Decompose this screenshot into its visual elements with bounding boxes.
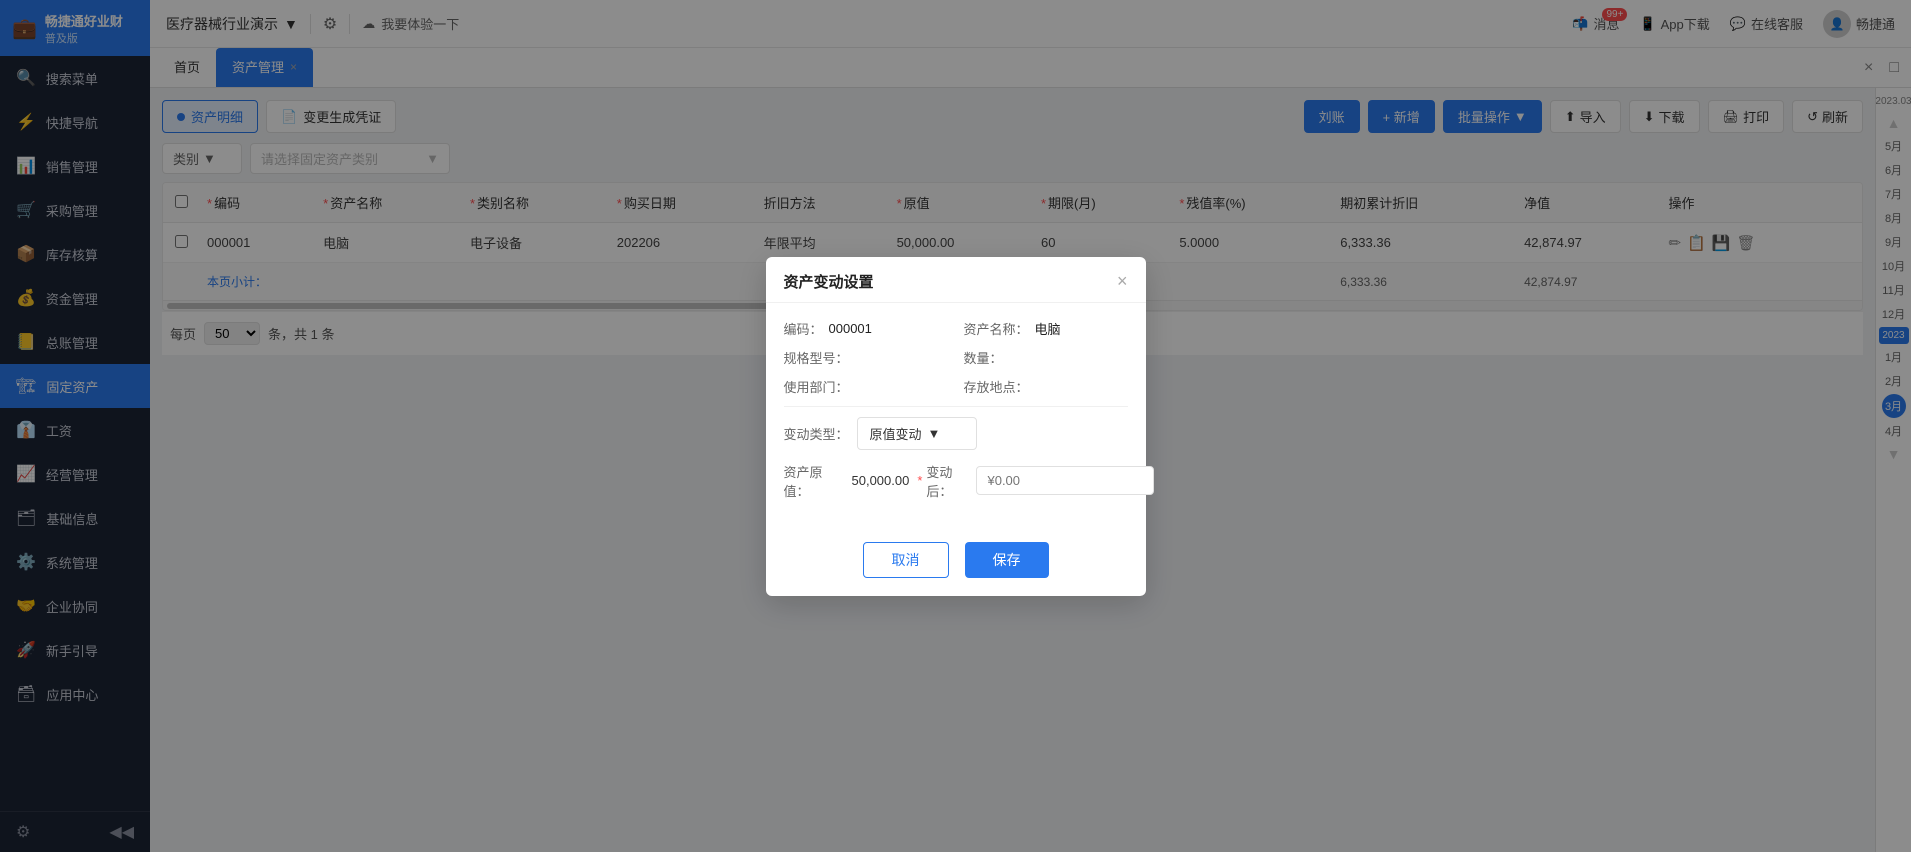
modal-change-type-label: 变动类型： (784, 424, 849, 443)
modal-header: 资产变动设置 × (766, 257, 1146, 303)
modal-asset-value-row: 资产原值： 50,000.00 * 变动后： (784, 462, 1128, 500)
modal-location-label: 存放地点： (964, 377, 1029, 396)
modal-dept-field: 使用部门： (784, 377, 948, 396)
modal-after-star: * (917, 473, 922, 488)
modal-cancel-btn[interactable]: 取消 (863, 542, 949, 578)
modal-asset-value: 50,000.00 (852, 473, 910, 488)
modal-overlay: 资产变动设置 × 编码： 000001 资产名称： 电脑 规格型号： (0, 0, 1911, 852)
modal-dept-label: 使用部门： (784, 377, 849, 396)
modal-qty-label: 数量： (964, 348, 1003, 367)
modal-spec-label: 规格型号： (784, 348, 849, 367)
modal-divider (784, 406, 1128, 407)
modal-change-type-row: 变动类型： 原值变动 ▼ (784, 417, 1128, 450)
modal-name-field: 资产名称： 电脑 (964, 319, 1128, 338)
modal-name-label: 资产名称： (964, 319, 1029, 338)
modal-after-wrap: * 变动后： (917, 462, 1154, 500)
modal-change-type-value: 原值变动 (870, 424, 922, 443)
modal-code-value: 000001 (829, 321, 872, 336)
modal-asset-value-label: 资产原值： (784, 462, 844, 500)
modal-row-spec-qty: 规格型号： 数量： (784, 348, 1128, 367)
modal-spec-field: 规格型号： (784, 348, 948, 367)
modal-qty-field: 数量： (964, 348, 1128, 367)
asset-change-modal: 资产变动设置 × 编码： 000001 资产名称： 电脑 规格型号： (766, 257, 1146, 596)
modal-row-dept-location: 使用部门： 存放地点： (784, 377, 1128, 396)
modal-close-btn[interactable]: × (1117, 271, 1128, 292)
modal-code-label: 编码： (784, 319, 823, 338)
modal-location-field: 存放地点： (964, 377, 1128, 396)
modal-body: 编码： 000001 资产名称： 电脑 规格型号： 数量： (766, 303, 1146, 532)
modal-name-value: 电脑 (1035, 319, 1061, 338)
modal-after-input[interactable] (976, 466, 1154, 495)
modal-row-code-name: 编码： 000001 资产名称： 电脑 (784, 319, 1128, 338)
modal-after-label: 变动后： (926, 462, 972, 500)
modal-save-btn[interactable]: 保存 (965, 542, 1049, 578)
modal-code-field: 编码： 000001 (784, 319, 948, 338)
modal-title: 资产变动设置 (784, 271, 874, 292)
modal-change-type-arrow: ▼ (928, 426, 941, 441)
modal-footer: 取消 保存 (766, 532, 1146, 596)
modal-change-type-select[interactable]: 原值变动 ▼ (857, 417, 977, 450)
